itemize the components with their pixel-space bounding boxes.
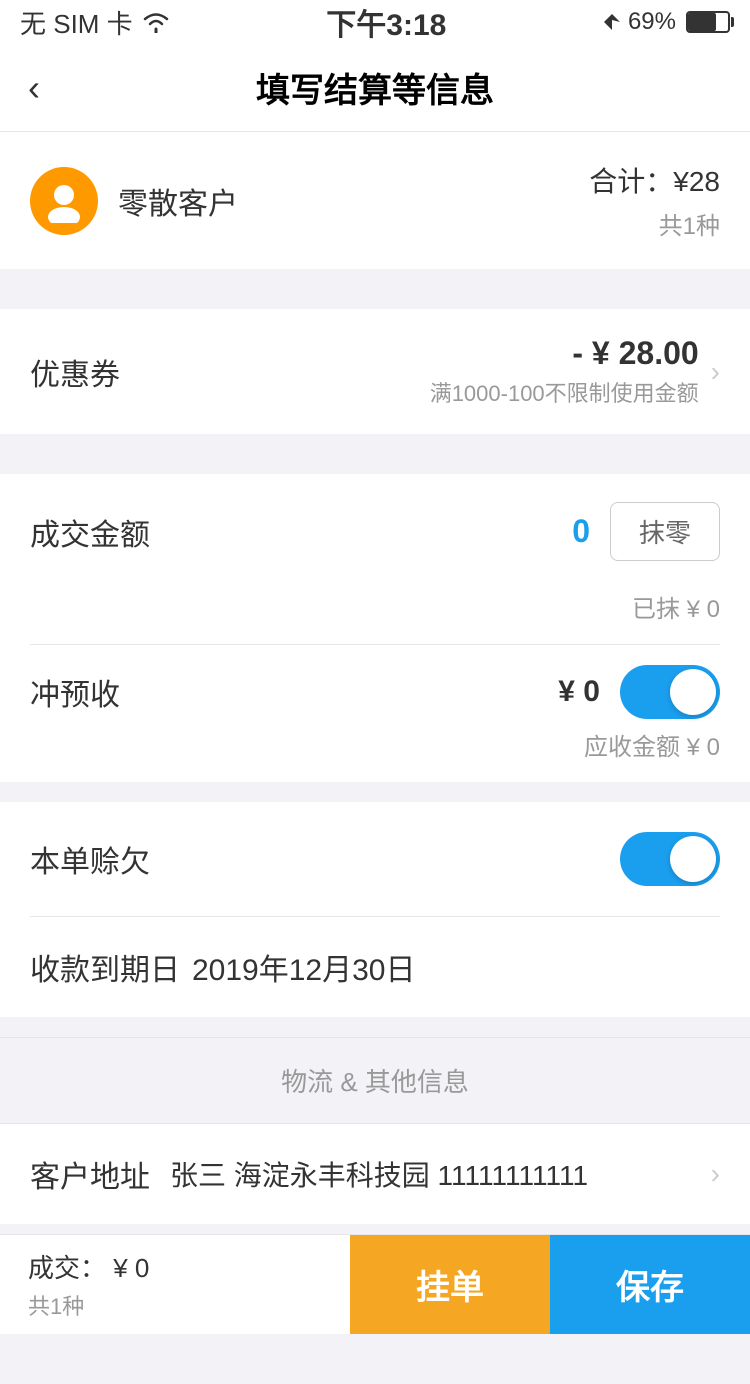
debit-section: 本单赊欠 收款到期日 2019年12月30日	[0, 802, 750, 1017]
chevron-right-icon: ›	[711, 356, 720, 388]
prepayment-right: ¥ 0	[558, 665, 720, 719]
section-gap-3	[0, 782, 750, 802]
round-button[interactable]: 抹零	[610, 502, 720, 561]
logistics-section-label: 物流 & 其他信息	[0, 1037, 750, 1124]
page-title: 填写结算等信息	[256, 63, 494, 112]
debit-toggle-knob	[670, 836, 716, 882]
address-value: 张三 海淀永丰科技园 11111111111	[170, 1154, 711, 1194]
debit-toggle[interactable]	[620, 832, 720, 886]
total-count: 共1种	[589, 206, 720, 241]
due-date-label: 收款到期日	[30, 945, 180, 989]
avatar	[30, 167, 98, 235]
transaction-section: 成交金额 0 抹零 已抹 ¥ 0 冲预收 ¥ 0 应收金额 ¥	[0, 474, 750, 782]
customer-section: 零散客户 合计：¥28 共1种	[0, 132, 750, 269]
hang-button[interactable]: 挂单	[350, 1235, 550, 1334]
toggle-knob	[670, 669, 716, 715]
coupon-info: - ¥ 28.00 满1000-100不限制使用金额	[430, 335, 699, 408]
due-date-row: 收款到期日 2019年12月30日	[0, 917, 750, 1017]
prepayment-sub: 应收金额 ¥ 0	[584, 727, 720, 762]
debit-label: 本单赊欠	[30, 837, 150, 881]
bottom-count: 共1种	[28, 1289, 322, 1321]
transaction-amount-label: 成交金额	[30, 510, 150, 554]
total-amount: 合计：¥28	[589, 160, 720, 200]
location-icon	[602, 12, 622, 32]
customer-name: 零散客户	[118, 179, 238, 223]
nav-bar: ‹ 填写结算等信息	[0, 44, 750, 132]
address-label: 客户地址	[30, 1152, 150, 1196]
coupon-note: 满1000-100不限制使用金额	[430, 376, 699, 408]
status-bar: 无 SIM 卡 下午3:18 69%	[0, 0, 750, 44]
section-gap-2	[0, 454, 750, 474]
coupon-right: - ¥ 28.00 满1000-100不限制使用金额 ›	[430, 335, 720, 408]
coupon-label: 优惠券	[30, 350, 120, 394]
section-gap-4	[0, 1017, 750, 1037]
no-sim-text: 无 SIM 卡	[20, 4, 133, 41]
debit-row: 本单赊欠	[0, 802, 750, 916]
customer-right: 合计：¥28 共1种	[589, 160, 720, 241]
status-time: 下午3:18	[326, 0, 446, 44]
section-gap-1	[0, 289, 750, 309]
battery-icon	[686, 11, 730, 33]
customer-row: 零散客户 合计：¥28 共1种	[0, 132, 750, 269]
bottom-trans-value: ¥ 0	[113, 1253, 149, 1283]
prepayment-amount: ¥ 0	[558, 675, 600, 709]
status-right: 69%	[602, 8, 730, 36]
address-chevron-icon: ›	[711, 1158, 720, 1190]
due-date-value[interactable]: 2019年12月30日	[192, 945, 415, 989]
user-avatar-icon	[42, 179, 86, 223]
transaction-amount-right: 0 抹零	[572, 502, 720, 561]
bottom-info: 成交： ¥ 0 共1种	[0, 1248, 350, 1321]
customer-left: 零散客户	[30, 167, 238, 235]
transaction-amount-value[interactable]: 0	[572, 513, 590, 550]
prepayment-toggle[interactable]	[620, 665, 720, 719]
transaction-amount-row: 成交金额 0 抹零	[0, 474, 750, 589]
back-button[interactable]: ‹	[28, 67, 40, 109]
bottom-trans-row: 成交： ¥ 0	[28, 1248, 322, 1285]
bottom-bar: 成交： ¥ 0 共1种 挂单 保存	[0, 1234, 750, 1334]
wifi-icon	[141, 11, 171, 33]
round-sub-text: 已抹 ¥ 0	[632, 596, 720, 623]
save-button[interactable]: 保存	[550, 1235, 750, 1334]
coupon-discount: - ¥ 28.00	[430, 335, 699, 372]
address-section: 客户地址 张三 海淀永丰科技园 11111111111 ›	[0, 1124, 750, 1224]
prepayment-label: 冲预收	[30, 670, 120, 714]
section-label-text: 物流 & 其他信息	[281, 1067, 469, 1097]
status-left: 无 SIM 卡	[20, 4, 171, 41]
battery-percent: 69%	[628, 8, 676, 36]
address-row[interactable]: 客户地址 张三 海淀永丰科技园 11111111111 ›	[0, 1124, 750, 1224]
coupon-row[interactable]: 优惠券 - ¥ 28.00 满1000-100不限制使用金额 ›	[0, 309, 750, 434]
prepayment-row: 冲预收 ¥ 0 应收金额 ¥ 0	[0, 645, 750, 782]
coupon-section: 优惠券 - ¥ 28.00 满1000-100不限制使用金额 ›	[0, 309, 750, 434]
address-chevron: ›	[711, 1158, 720, 1190]
bottom-trans-label: 成交：	[28, 1253, 106, 1283]
